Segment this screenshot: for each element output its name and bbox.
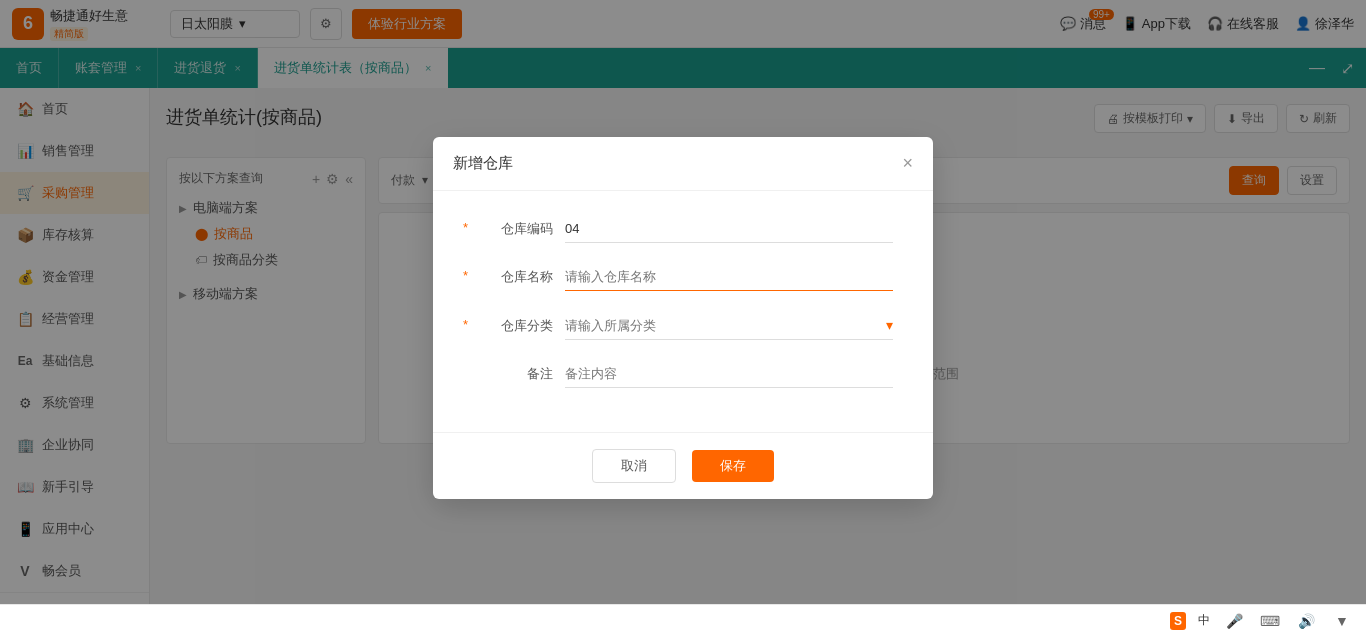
dropdown-arrow-icon: ▾: [886, 317, 893, 333]
save-button[interactable]: 保存: [692, 450, 774, 482]
dialog-title: 新增仓库: [453, 154, 513, 173]
dialog-body: 仓库编码 仓库名称 仓库分类 ▾ 备注: [433, 191, 933, 432]
cancel-button[interactable]: 取消: [592, 449, 676, 483]
code-input[interactable]: [565, 215, 893, 243]
form-row-category: 仓库分类 ▾: [473, 311, 893, 340]
form-row-code: 仓库编码: [473, 215, 893, 243]
dialog-close-icon[interactable]: ×: [902, 153, 913, 174]
dialog-footer: 取消 保存: [433, 432, 933, 499]
form-row-name: 仓库名称: [473, 263, 893, 291]
s-logo: S: [1170, 612, 1186, 630]
microphone-icon[interactable]: 🎤: [1222, 609, 1246, 633]
category-input[interactable]: [565, 318, 886, 333]
code-label: 仓库编码: [473, 220, 553, 238]
dropdown-icon[interactable]: ▼: [1330, 609, 1354, 633]
category-label: 仓库分类: [473, 317, 553, 335]
keyboard-icon[interactable]: ⌨: [1258, 609, 1282, 633]
volume-icon[interactable]: 🔊: [1294, 609, 1318, 633]
category-select[interactable]: ▾: [565, 311, 893, 340]
remark-input[interactable]: [565, 360, 893, 388]
name-input[interactable]: [565, 263, 893, 291]
new-warehouse-dialog: 新增仓库 × 仓库编码 仓库名称 仓库分类 ▾: [433, 137, 933, 499]
form-row-remark: 备注: [473, 360, 893, 388]
remark-label: 备注: [473, 365, 553, 383]
bottom-bar: S 中 🎤 ⌨ 🔊 ▼: [0, 604, 1366, 636]
modal-overlay[interactable]: 新增仓库 × 仓库编码 仓库名称 仓库分类 ▾: [0, 0, 1366, 636]
name-label: 仓库名称: [473, 268, 553, 286]
dialog-header: 新增仓库 ×: [433, 137, 933, 191]
cn-text: 中: [1198, 612, 1210, 629]
